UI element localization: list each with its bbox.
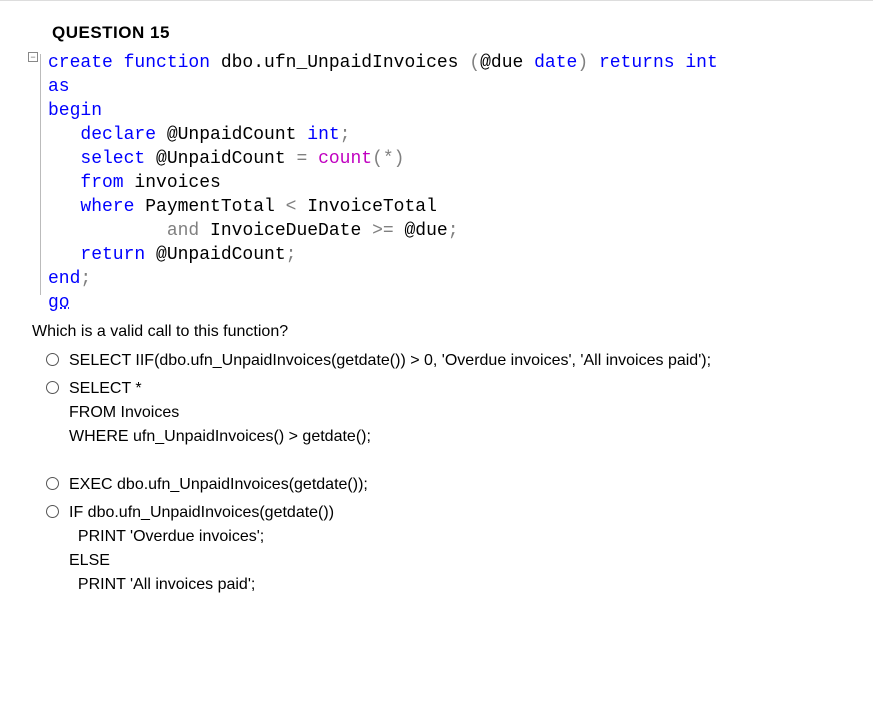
star: (*) (372, 149, 404, 169)
radio-icon[interactable] (46, 505, 59, 518)
type-date: date (534, 53, 577, 73)
kw-create: create (48, 53, 113, 73)
option-d-text: IF dbo.ufn_UnpaidInvoices(getdate()) PRI… (69, 501, 334, 597)
op-gte: >= (372, 221, 394, 241)
op-lt: < (286, 197, 297, 217)
type-int: int (675, 53, 718, 73)
col: InvoiceTotal (296, 197, 436, 217)
tbl: invoices (124, 173, 221, 193)
kw-returns: returns (588, 53, 674, 73)
spacer (46, 453, 833, 473)
fold-bar (40, 54, 41, 295)
radio-icon[interactable] (46, 353, 59, 366)
var: @UnpaidCount (145, 149, 296, 169)
option-b[interactable]: SELECT * FROM Invoices WHERE ufn_UnpaidI… (46, 377, 833, 449)
kw-as: as (48, 77, 70, 97)
radio-icon[interactable] (46, 381, 59, 394)
paren: ) (577, 53, 588, 73)
kw-begin: begin (48, 101, 102, 121)
var: @due (394, 221, 448, 241)
option-b-text: SELECT * FROM Invoices WHERE ufn_UnpaidI… (69, 377, 371, 449)
kw-function: function (113, 53, 210, 73)
kw-go: go (48, 293, 70, 313)
type-int: int (307, 125, 339, 145)
code-content: create function dbo.ufn_UnpaidInvoices (… (34, 51, 833, 315)
semi: ; (340, 125, 351, 145)
fn-name: dbo.ufn_UnpaidInvoices (210, 53, 469, 73)
question-title: QUESTION 15 (52, 23, 833, 43)
var: @UnpaidCount (145, 245, 285, 265)
kw-end: end (48, 269, 80, 289)
param: @due (480, 53, 534, 73)
paren: ( (469, 53, 480, 73)
option-c[interactable]: EXEC dbo.ufn_UnpaidInvoices(getdate()); (46, 473, 833, 497)
question-container: QUESTION 15 − create function dbo.ufn_Un… (0, 1, 873, 621)
kw-and: and (48, 221, 199, 241)
option-d[interactable]: IF dbo.ufn_UnpaidInvoices(getdate()) PRI… (46, 501, 833, 597)
kw-from: from (48, 173, 124, 193)
option-c-text: EXEC dbo.ufn_UnpaidInvoices(getdate()); (69, 473, 368, 497)
option-a[interactable]: SELECT IIF(dbo.ufn_UnpaidInvoices(getdat… (46, 349, 833, 373)
kw-where: where (48, 197, 134, 217)
options-list: SELECT IIF(dbo.ufn_UnpaidInvoices(getdat… (46, 349, 833, 597)
col: InvoiceDueDate (199, 221, 372, 241)
col: PaymentTotal (134, 197, 285, 217)
kw-return: return (48, 245, 145, 265)
var: @UnpaidCount (156, 125, 307, 145)
semi: ; (80, 269, 91, 289)
code-block: − create function dbo.ufn_UnpaidInvoices… (34, 51, 833, 315)
kw-declare: declare (48, 125, 156, 145)
fold-icon: − (28, 52, 38, 62)
code-gutter: − (32, 51, 44, 315)
question-prompt: Which is a valid call to this function? (32, 323, 833, 341)
radio-icon[interactable] (46, 477, 59, 490)
option-a-text: SELECT IIF(dbo.ufn_UnpaidInvoices(getdat… (69, 349, 711, 373)
kw-select: select (48, 149, 145, 169)
fn-count: count (307, 149, 372, 169)
semi: ; (286, 245, 297, 265)
op-eq: = (296, 149, 307, 169)
semi: ; (448, 221, 459, 241)
